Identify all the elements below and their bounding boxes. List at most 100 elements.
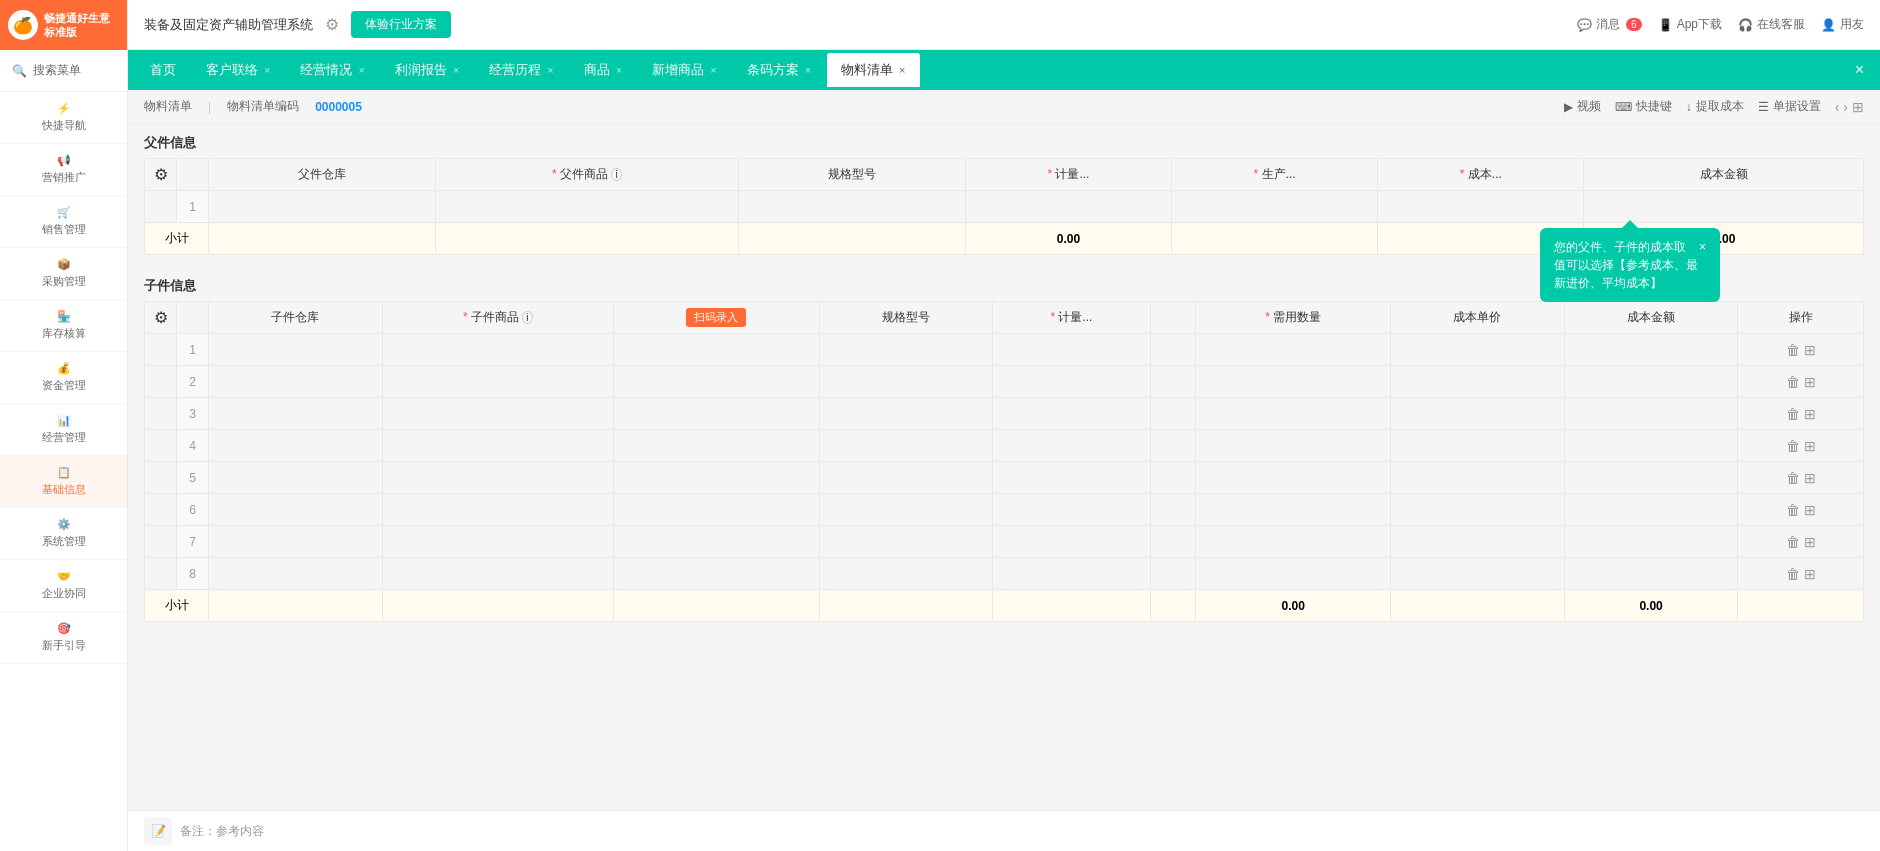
sidebar-item-operations[interactable]: 📊 经营管理	[0, 404, 127, 456]
delete-icon-row5[interactable]: 🗑	[1786, 470, 1800, 486]
tab-home[interactable]: 首页	[136, 53, 190, 87]
child-row1-spec[interactable]	[819, 334, 993, 366]
sidebar-nav: ⚡ 快捷导航 📢 营销推广 🛒 销售管理 📦 采购管理 🏪 库存核算 💰 资金管…	[0, 92, 127, 851]
breadcrumb-bom[interactable]: 物料清单	[144, 98, 192, 115]
tab-product[interactable]: 商品 ×	[570, 53, 636, 87]
parent-row-cost[interactable]	[1378, 191, 1584, 223]
child-row1-need-qty[interactable]	[1196, 334, 1391, 366]
child-table-row: 1 🗑	[145, 334, 1864, 366]
settings-icon-btn[interactable]: ⚙	[325, 15, 339, 34]
video-help-item[interactable]: ▶ 视频	[1564, 98, 1601, 115]
sidebar-item-system[interactable]: ⚙️ 系统管理	[0, 508, 127, 560]
tab-profit[interactable]: 利润报告 ×	[381, 53, 473, 87]
prev-btn[interactable]: ‹	[1835, 99, 1840, 115]
tooltip-close-btn[interactable]: ×	[1699, 238, 1706, 256]
sidebar-item-sales[interactable]: 🛒 销售管理	[0, 196, 127, 248]
copy-icon-row8[interactable]: ⊞	[1804, 566, 1816, 582]
delete-icon-row1[interactable]: 🗑	[1786, 342, 1800, 358]
child-table-row: 5 🗑⊞	[145, 462, 1864, 494]
tab-operations-status-close[interactable]: ×	[358, 64, 364, 76]
child-row1-unit-cost[interactable]	[1391, 334, 1565, 366]
online-service-item[interactable]: 🎧 在线客服	[1738, 16, 1805, 33]
trial-button[interactable]: 体验行业方案	[351, 11, 451, 38]
search-menu-button[interactable]: 🔍 搜索菜单	[8, 58, 119, 83]
logo-text: 畅捷通好生意 标准版	[44, 11, 110, 40]
parent-row-warehouse[interactable]	[209, 191, 436, 223]
tab-history[interactable]: 经营历程 ×	[475, 53, 567, 87]
message-item[interactable]: 💬 消息 6	[1577, 16, 1642, 33]
sidebar-item-quick-nav[interactable]: ⚡ 快捷导航	[0, 92, 127, 144]
sales-icon: 🛒	[57, 206, 71, 219]
parent-section-title: 父件信息	[144, 134, 1864, 152]
sidebar-item-purchase[interactable]: 📦 采购管理	[0, 248, 127, 300]
purchase-icon: 📦	[57, 258, 71, 271]
tab-barcode[interactable]: 条码方案 ×	[733, 53, 825, 87]
sidebar-item-inventory[interactable]: 🏪 库存核算	[0, 300, 127, 352]
delete-icon-row6[interactable]: 🗑	[1786, 502, 1800, 518]
parent-subtotal-qty: 0.00	[965, 223, 1171, 255]
sidebar-search-section: 🔍 搜索菜单	[0, 50, 127, 92]
parent-row-product[interactable]	[436, 191, 739, 223]
page-header-right: ▶ 视频 ⌨ 快捷键 ↓ 提取成本 ☰ 单据设置 ‹ ›	[1564, 98, 1864, 115]
child-col-settings[interactable]: ⚙	[145, 302, 177, 334]
delete-icon-row8[interactable]: 🗑	[1786, 566, 1800, 582]
tab-new-product-close[interactable]: ×	[710, 64, 716, 76]
single-settings-item[interactable]: ☰ 单据设置	[1758, 98, 1821, 115]
app-download-item[interactable]: 📱 App下载	[1658, 16, 1722, 33]
child-row1-warehouse[interactable]	[209, 334, 383, 366]
delete-icon-row4[interactable]: 🗑	[1786, 438, 1800, 454]
child-col-amount: 成本金额	[1564, 302, 1738, 334]
finance-icon: 💰	[57, 362, 71, 375]
scan-btn[interactable]: 扫码录入	[686, 308, 746, 327]
delete-icon-row7[interactable]: 🗑	[1786, 534, 1800, 550]
sidebar-item-enterprise[interactable]: 🤝 企业协同	[0, 560, 127, 612]
child-row1-product[interactable]	[382, 334, 613, 366]
extract-cost-item[interactable]: ↓ 提取成本	[1686, 98, 1744, 115]
parent-row-prod[interactable]	[1172, 191, 1378, 223]
tab-new-product[interactable]: 新增商品 ×	[638, 53, 730, 87]
copy-icon-row7[interactable]: ⊞	[1804, 534, 1816, 550]
child-col-num	[177, 302, 209, 334]
parent-row-spec[interactable]	[738, 191, 965, 223]
child-row1-settings	[145, 334, 177, 366]
tab-profit-close[interactable]: ×	[453, 64, 459, 76]
tab-barcode-close[interactable]: ×	[805, 64, 811, 76]
header-right: 💬 消息 6 📱 App下载 🎧 在线客服 👤 用友	[1577, 16, 1864, 33]
parent-col-settings[interactable]: ⚙	[145, 159, 177, 191]
child-table-row: 4 🗑⊞	[145, 430, 1864, 462]
sidebar-item-marketing[interactable]: 📢 营销推广	[0, 144, 127, 196]
copy-icon-row6[interactable]: ⊞	[1804, 502, 1816, 518]
tab-product-close[interactable]: ×	[616, 64, 622, 76]
parent-col-cost: * 成本...	[1378, 159, 1584, 191]
system-title: 装备及固定资产辅助管理系统	[144, 16, 313, 34]
tab-bom[interactable]: 物料清单 ×	[827, 53, 919, 87]
child-table-row: 8 🗑⊞	[145, 558, 1864, 590]
close-all-tabs[interactable]: ×	[1847, 61, 1872, 79]
tab-operations-status[interactable]: 经营情况 ×	[286, 53, 378, 87]
sidebar-logo: 🍊 畅捷通好生意 标准版	[0, 0, 127, 50]
copy-icon-row3[interactable]: ⊞	[1804, 406, 1816, 422]
next-btn[interactable]: ›	[1843, 99, 1848, 115]
sidebar-item-guide[interactable]: 🎯 新手引导	[0, 612, 127, 664]
parent-row-qty[interactable]	[965, 191, 1171, 223]
user-avatar[interactable]: 👤 用友	[1821, 16, 1864, 33]
copy-icon-row2[interactable]: ⊞	[1804, 374, 1816, 390]
tab-customer-close[interactable]: ×	[264, 64, 270, 76]
copy-icon-row1[interactable]: ⊞	[1804, 342, 1816, 358]
child-table-row: 2 🗑⊞	[145, 366, 1864, 398]
page-header-left: 物料清单 | 物料清单编码 0000005	[144, 98, 362, 115]
sidebar-item-finance[interactable]: 💰 资金管理	[0, 352, 127, 404]
copy-icon-row4[interactable]: ⊞	[1804, 438, 1816, 454]
shortcut-item[interactable]: ⌨ 快捷键	[1615, 98, 1672, 115]
delete-icon-row2[interactable]: 🗑	[1786, 374, 1800, 390]
expand-btn[interactable]: ⊞	[1852, 99, 1864, 115]
delete-icon-row3[interactable]: 🗑	[1786, 406, 1800, 422]
bottom-bar-hint: 备注：参考内容	[180, 823, 264, 840]
copy-icon-row5[interactable]: ⊞	[1804, 470, 1816, 486]
child-row1-qty[interactable]	[993, 334, 1151, 366]
tab-bom-close[interactable]: ×	[899, 64, 905, 76]
tab-history-close[interactable]: ×	[547, 64, 553, 76]
child-col-unit-cost: 成本单价	[1391, 302, 1565, 334]
tab-customer[interactable]: 客户联络 ×	[192, 53, 284, 87]
sidebar-item-basic-info[interactable]: 📋 基础信息	[0, 456, 127, 508]
